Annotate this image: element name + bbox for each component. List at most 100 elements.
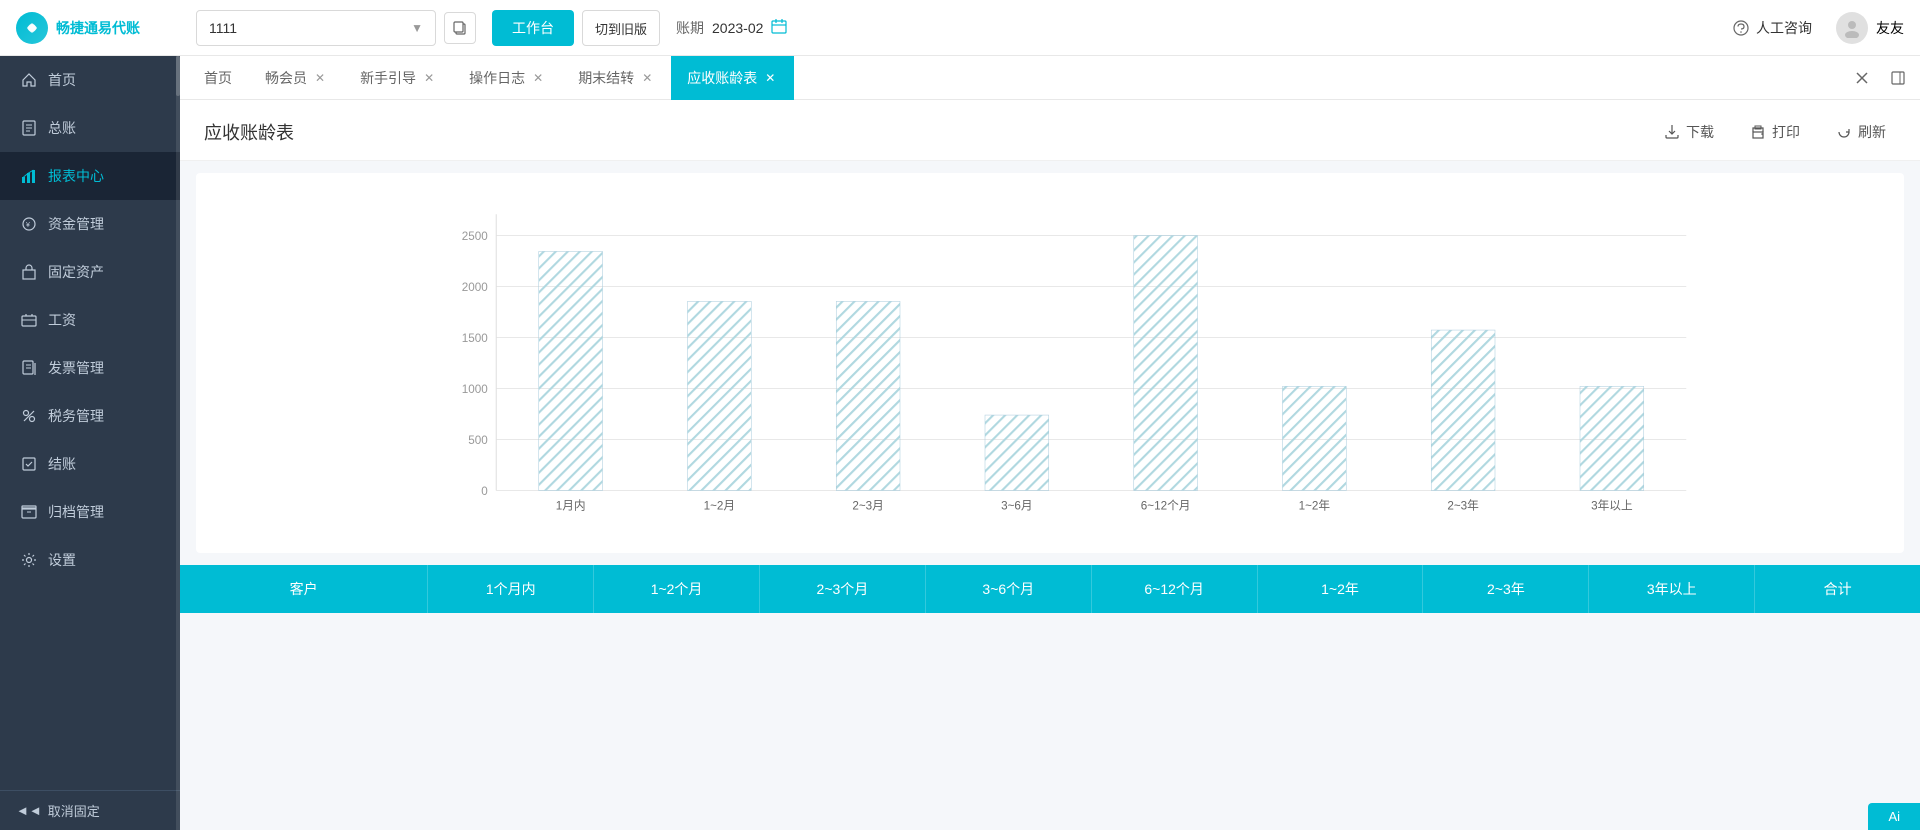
header-right: 人工咨询 友友 <box>1732 12 1904 44</box>
logo-area: 畅捷通易代账 <box>16 12 196 44</box>
tab-member[interactable]: 畅会员 ✕ <box>249 56 344 100</box>
tab-ar-aging-label: 应收账龄表 <box>687 68 757 88</box>
home-icon <box>20 71 38 89</box>
page-title: 应收账龄表 <box>204 119 294 145</box>
sidebar-item-ledger[interactable]: 总账 <box>0 104 180 152</box>
col-6-12month: 6~12个月 <box>1092 565 1258 613</box>
sidebar-item-settings[interactable]: 设置 <box>0 536 180 584</box>
tab-ar-aging[interactable]: 应收账龄表 ✕ <box>671 56 794 100</box>
sidebar-item-archive[interactable]: 归档管理 <box>0 488 180 536</box>
salary-icon <box>20 311 38 329</box>
svg-text:3年以上: 3年以上 <box>1591 499 1633 513</box>
switch-version-button[interactable]: 切到旧版 <box>582 10 660 46</box>
content-area: 首页 畅会员 ✕ 新手引导 ✕ 操作日志 ✕ 期末结转 ✕ 应收账龄表 ✕ <box>180 56 1920 830</box>
table-header: 客户 1个月内 1~2个月 2~3个月 3~6个月 6~12个月 <box>180 565 1920 613</box>
user-name: 友友 <box>1876 18 1904 38</box>
sidebar-label-salary: 工资 <box>48 310 76 330</box>
tab-bar: 首页 畅会员 ✕ 新手引导 ✕ 操作日志 ✕ 期末结转 ✕ 应收账龄表 ✕ <box>180 56 1920 100</box>
tab-home[interactable]: 首页 <box>188 56 249 100</box>
svg-text:0: 0 <box>481 485 488 498</box>
logo-text: 畅捷通易代账 <box>56 18 140 38</box>
dropdown-icon: ▼ <box>411 21 423 35</box>
col-1-2month: 1~2个月 <box>594 565 760 613</box>
sidebar-item-tax[interactable]: 税务管理 <box>0 392 180 440</box>
tab-guide-close[interactable]: ✕ <box>422 69 436 87</box>
logo-icon <box>16 12 48 44</box>
svg-text:2~3年: 2~3年 <box>1447 499 1479 513</box>
sidebar-item-checkout[interactable]: 结账 <box>0 440 180 488</box>
tab-oplog[interactable]: 操作日志 ✕ <box>453 56 562 100</box>
ledger-icon <box>20 119 38 137</box>
svg-text:¥: ¥ <box>26 222 30 229</box>
tab-oplog-label: 操作日志 <box>469 68 525 88</box>
scroll-thumb <box>176 56 180 96</box>
print-button[interactable]: 打印 <box>1740 116 1810 148</box>
sidebar-label-tax: 税务管理 <box>48 406 104 426</box>
company-selector[interactable]: 1111 ▼ <box>196 10 436 46</box>
sidebar-label-assets: 固定资产 <box>48 262 104 282</box>
tab-maximize-button[interactable] <box>1884 64 1912 92</box>
tab-ar-aging-close[interactable]: ✕ <box>763 69 777 87</box>
calendar-icon[interactable] <box>771 18 787 37</box>
tab-guide[interactable]: 新手引导 ✕ <box>344 56 453 100</box>
col-1month: 1个月内 <box>428 565 594 613</box>
ai-banner[interactable]: Ai <box>1868 803 1920 830</box>
tab-period-end-label: 期末结转 <box>578 68 634 88</box>
period-area: 账期 2023-02 <box>676 18 787 38</box>
col-3-6month: 3~6个月 <box>926 565 1092 613</box>
tab-member-label: 畅会员 <box>265 68 307 88</box>
workbench-button[interactable]: 工作台 <box>492 10 574 46</box>
tab-home-label: 首页 <box>204 68 232 88</box>
ai-label: Ai <box>1888 809 1900 824</box>
tab-oplog-close[interactable]: ✕ <box>531 69 545 87</box>
reports-icon <box>20 167 38 185</box>
tax-icon <box>20 407 38 425</box>
sidebar-item-funds[interactable]: ¥ 资金管理 <box>0 200 180 248</box>
page-actions: 下载 打印 <box>1654 116 1896 148</box>
col-customer: 客户 <box>180 565 428 613</box>
sidebar-label-reports: 报表中心 <box>48 166 104 186</box>
checkout-icon <box>20 455 38 473</box>
sidebar-item-reports[interactable]: 报表中心 <box>0 152 180 200</box>
tab-period-end[interactable]: 期末结转 ✕ <box>562 56 671 100</box>
tab-member-close[interactable]: ✕ <box>313 69 327 87</box>
sidebar: 首页 总账 报表中心 <box>0 56 180 830</box>
refresh-button[interactable]: 刷新 <box>1826 116 1896 148</box>
tab-period-end-close[interactable]: ✕ <box>640 69 654 87</box>
page-content: 应收账龄表 下载 <box>180 100 1920 830</box>
col-2-3year: 2~3年 <box>1423 565 1589 613</box>
sidebar-item-salary[interactable]: 工资 <box>0 296 180 344</box>
svg-text:1月内: 1月内 <box>556 499 586 513</box>
archive-icon <box>20 503 38 521</box>
svg-text:2500: 2500 <box>462 230 488 243</box>
user-area[interactable]: 友友 <box>1836 12 1904 44</box>
tab-close-all-button[interactable] <box>1848 64 1876 92</box>
copy-button[interactable] <box>444 12 476 44</box>
sidebar-label-archive: 归档管理 <box>48 502 104 522</box>
sidebar-label-home: 首页 <box>48 70 76 90</box>
svg-text:1500: 1500 <box>462 332 488 345</box>
sidebar-item-invoice[interactable]: 发票管理 <box>0 344 180 392</box>
svg-text:3~6月: 3~6月 <box>1001 500 1032 513</box>
svg-text:1~2月: 1~2月 <box>704 500 735 513</box>
page-header: 应收账龄表 下载 <box>180 100 1920 161</box>
sidebar-item-home[interactable]: 首页 <box>0 56 180 104</box>
cancel-fixed-button[interactable]: ◄◄ 取消固定 <box>0 790 180 830</box>
period-value: 2023-02 <box>712 20 763 36</box>
consult-button[interactable]: 人工咨询 <box>1732 18 1812 38</box>
download-button[interactable]: 下载 <box>1654 116 1724 148</box>
top-header: 畅捷通易代账 1111 ▼ 工作台 切到旧版 账期 2023-02 <box>0 0 1920 56</box>
sidebar-item-assets[interactable]: 固定资产 <box>0 248 180 296</box>
invoice-icon <box>20 359 38 377</box>
svg-text:6~12个月: 6~12个月 <box>1141 500 1191 513</box>
col-total: 合计 <box>1755 565 1920 613</box>
svg-text:2000: 2000 <box>462 281 488 294</box>
chart-svg: 0 500 1000 1500 2000 2500 <box>256 193 1884 533</box>
funds-icon: ¥ <box>20 215 38 233</box>
sidebar-label-invoice: 发票管理 <box>48 358 104 378</box>
pin-left-icon: ◄◄ <box>16 803 42 818</box>
consult-label: 人工咨询 <box>1756 18 1812 38</box>
cancel-fixed-label: 取消固定 <box>48 801 100 820</box>
sidebar-label-settings: 设置 <box>48 550 76 570</box>
settings-icon <box>20 551 38 569</box>
